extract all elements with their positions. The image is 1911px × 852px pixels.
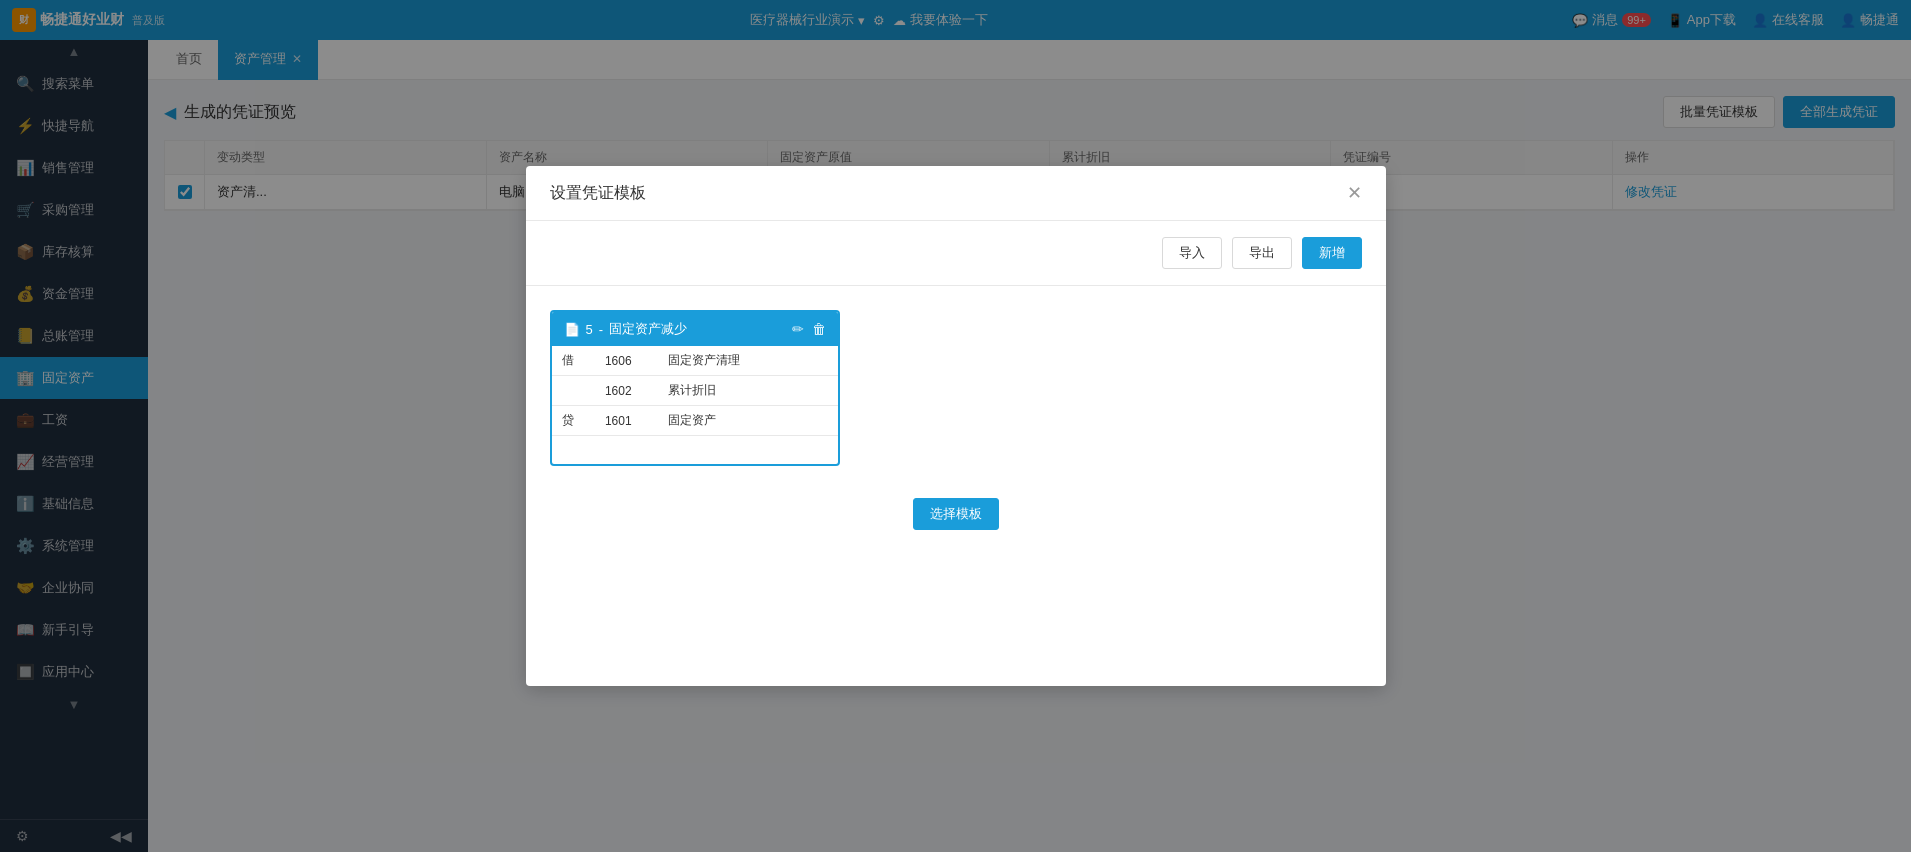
entry-account-2: 累计折旧 bbox=[658, 376, 783, 406]
modal-toolbar: 导入 导出 新增 bbox=[526, 221, 1386, 286]
select-template-button[interactable]: 选择模板 bbox=[913, 498, 999, 530]
entry-account-1: 固定资产清理 bbox=[658, 346, 783, 376]
template-id: 5 bbox=[586, 322, 593, 337]
entry-amount-2 bbox=[783, 376, 810, 406]
entry-code-2: 1602 bbox=[595, 376, 658, 406]
entry-amount-debit-2 bbox=[810, 376, 837, 406]
template-entry-row: 1602 累计折旧 bbox=[552, 376, 838, 406]
modal-header: 设置凭证模板 ✕ bbox=[526, 166, 1386, 221]
entry-account-3: 固定资产 bbox=[658, 406, 783, 436]
edit-template-icon[interactable]: ✏ bbox=[792, 321, 804, 337]
entry-amount-1 bbox=[783, 346, 810, 376]
modal-title: 设置凭证模板 bbox=[550, 183, 646, 204]
modal-body: 📄 5- 固定资产减少 ✏ 🗑 借 bbox=[526, 286, 1386, 686]
entry-amount-3 bbox=[783, 406, 810, 436]
delete-template-icon[interactable]: 🗑 bbox=[812, 321, 826, 337]
template-entry-empty-row bbox=[552, 436, 838, 464]
template-entry-row: 借 1606 固定资产清理 bbox=[552, 346, 838, 376]
entry-type-2 bbox=[552, 376, 595, 406]
template-card-title: 📄 5- 固定资产减少 bbox=[564, 320, 688, 338]
entry-amount-debit-3 bbox=[810, 406, 837, 436]
template-entry-row: 贷 1601 固定资产 bbox=[552, 406, 838, 436]
modal-close-button[interactable]: ✕ bbox=[1347, 182, 1362, 204]
select-template-area: 选择模板 bbox=[550, 486, 1362, 542]
new-template-button[interactable]: 新增 bbox=[1302, 237, 1362, 269]
template-card-actions: ✏ 🗑 bbox=[792, 321, 826, 337]
voucher-template-modal: 设置凭证模板 ✕ 导入 导出 新增 📄 5- 固定资产减少 bbox=[526, 166, 1386, 686]
template-card-header: 📄 5- 固定资产减少 ✏ 🗑 bbox=[552, 312, 838, 346]
entry-type-3: 贷 bbox=[552, 406, 595, 436]
template-name: 固定资产减少 bbox=[609, 320, 687, 338]
modal-overlay: 设置凭证模板 ✕ 导入 导出 新增 📄 5- 固定资产减少 bbox=[0, 0, 1911, 852]
template-doc-icon: 📄 bbox=[564, 322, 580, 337]
template-table: 借 1606 固定资产清理 1602 累计折旧 bbox=[552, 346, 838, 464]
entry-amount-debit-1 bbox=[810, 346, 837, 376]
template-body: 借 1606 固定资产清理 1602 累计折旧 bbox=[552, 346, 838, 464]
template-list: 📄 5- 固定资产减少 ✏ 🗑 借 bbox=[550, 310, 1362, 466]
import-button[interactable]: 导入 bbox=[1162, 237, 1222, 269]
template-card: 📄 5- 固定资产减少 ✏ 🗑 借 bbox=[550, 310, 840, 466]
entry-type-1: 借 bbox=[552, 346, 595, 376]
entry-code-1: 1606 bbox=[595, 346, 658, 376]
export-button[interactable]: 导出 bbox=[1232, 237, 1292, 269]
entry-code-3: 1601 bbox=[595, 406, 658, 436]
